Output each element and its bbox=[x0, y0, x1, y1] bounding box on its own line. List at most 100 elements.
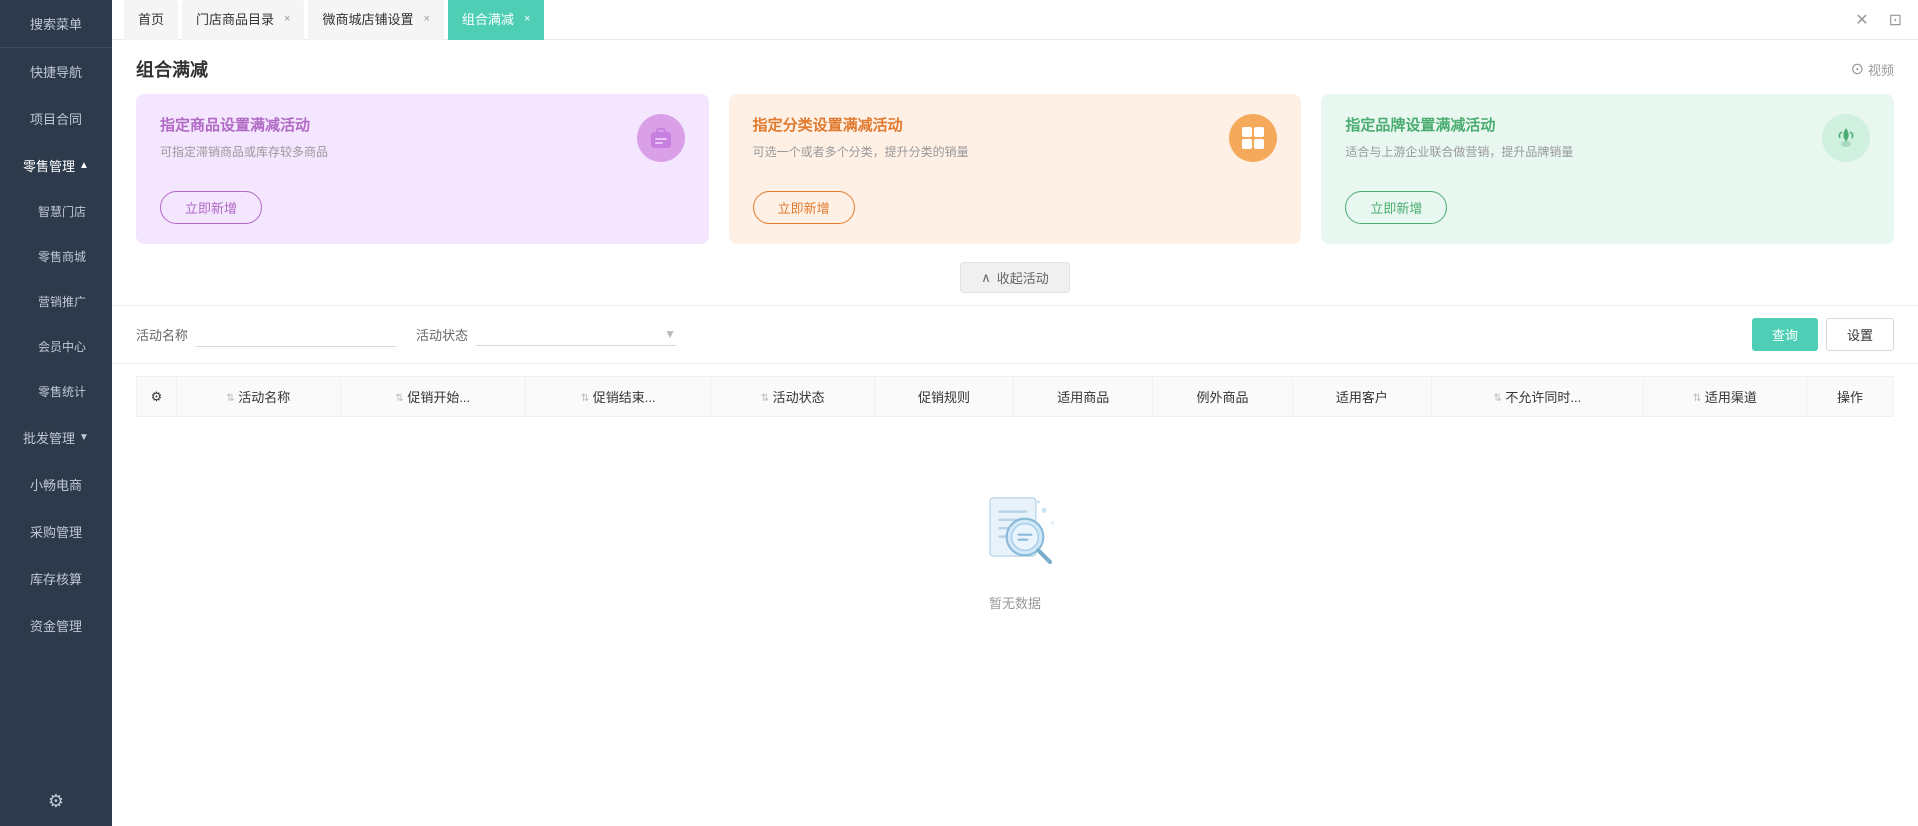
page-header: 组合满减 ⊙ 视频 bbox=[112, 40, 1918, 94]
sidebar-item-smart-store[interactable]: 智慧门店 bbox=[0, 189, 112, 234]
activity-status-label: 活动状态 bbox=[416, 325, 468, 344]
table-body: 暂无数据 bbox=[137, 417, 1894, 653]
sidebar-item-label: 零售商城 bbox=[38, 248, 86, 265]
sidebar-item-label: 资金管理 bbox=[30, 616, 82, 635]
sort-icon[interactable]: ⇅ bbox=[226, 393, 234, 404]
page-title: 组合满减 bbox=[136, 56, 208, 82]
filter-activity-status: 活动状态 ▼ bbox=[416, 323, 676, 346]
empty-illustration bbox=[965, 477, 1065, 577]
gear-icon: ⚙ bbox=[48, 791, 64, 811]
video-link[interactable]: ⊙ 视频 bbox=[1851, 59, 1894, 79]
sidebar-item-label: 库存核算 bbox=[30, 569, 82, 588]
minimize-window-button[interactable]: ⊡ bbox=[1885, 8, 1906, 32]
sidebar-item-quick-nav[interactable]: 快捷导航 bbox=[0, 48, 112, 95]
tab-wechat-store[interactable]: 微商城店铺设置 × bbox=[308, 0, 443, 40]
sidebar-item-retail-stats[interactable]: 零售统计 bbox=[0, 369, 112, 414]
card-category-desc: 可选一个或者多个分类，提升分类的销量 bbox=[753, 143, 1278, 175]
sort-icon[interactable]: ⇅ bbox=[1493, 393, 1501, 404]
th-applicable-goods: 适用商品 bbox=[1014, 377, 1153, 417]
sidebar-item-label: 智慧门店 bbox=[38, 203, 86, 220]
activity-status-select[interactable]: ▼ bbox=[476, 323, 676, 346]
sidebar-item-stock-check[interactable]: 库存核算 bbox=[0, 555, 112, 602]
sidebar-item-project-contract[interactable]: 项目合同 bbox=[0, 95, 112, 142]
filter-activity-name: 活动名称 bbox=[136, 323, 396, 347]
tab-close-wechat-store[interactable]: × bbox=[423, 13, 429, 25]
th-no-concurrent: ⇅ 不允许同时... bbox=[1431, 377, 1643, 417]
sidebar-item-fund-mgmt[interactable]: 资金管理 bbox=[0, 602, 112, 649]
tab-close-store-catalog[interactable]: × bbox=[284, 13, 290, 25]
sort-icon[interactable]: ⇅ bbox=[1693, 393, 1701, 404]
sidebar-item-retail-mall[interactable]: 零售商城 bbox=[0, 234, 112, 279]
card-brand-icon bbox=[1822, 114, 1870, 162]
card-product: 指定商品设置满减活动 可指定滞销商品或库存较多商品 立即新增 bbox=[136, 94, 709, 244]
sort-icon[interactable]: ⇅ bbox=[761, 393, 769, 404]
sidebar-item-xiaochang-ec[interactable]: 小畅电商 bbox=[0, 461, 112, 508]
tab-label: 微商城店铺设置 bbox=[322, 9, 413, 28]
sidebar-item-label: 零售管理 bbox=[23, 156, 75, 175]
page-content: 组合满减 ⊙ 视频 指定商品设置满减活动 可指定滞销商品或库存较多商品 立即新增… bbox=[112, 40, 1918, 826]
th-promo-rule: 促销规则 bbox=[874, 377, 1013, 417]
chevron-down-icon: ▼ bbox=[664, 327, 676, 341]
sidebar-item-purchase-mgmt[interactable]: 采购管理 bbox=[0, 508, 112, 555]
sort-icon[interactable]: ⇅ bbox=[581, 393, 589, 404]
card-category: 指定分类设置满减活动 可选一个或者多个分类，提升分类的销量 立即新增 bbox=[729, 94, 1302, 244]
sidebar-item-marketing[interactable]: 营销推广 bbox=[0, 279, 112, 324]
tab-store-catalog[interactable]: 门店商品目录 × bbox=[182, 0, 304, 40]
th-gear[interactable]: ⚙ bbox=[137, 377, 177, 417]
data-table: ⚙ ⇅ 活动名称 ⇅ 促销开始... ⇅ 促销结束... bbox=[136, 376, 1894, 652]
tab-combo-discount[interactable]: 组合满减 × bbox=[448, 0, 544, 40]
sidebar-item-label: 会员中心 bbox=[38, 338, 86, 355]
sidebar-item-label: 快捷导航 bbox=[30, 62, 82, 81]
card-brand-title: 指定品牌设置满减活动 bbox=[1345, 114, 1870, 135]
th-promo-start: ⇅ 促销开始... bbox=[340, 377, 525, 417]
activity-name-input[interactable] bbox=[196, 323, 396, 347]
setting-button[interactable]: 设置 bbox=[1826, 318, 1894, 351]
card-category-add-button[interactable]: 立即新增 bbox=[753, 191, 855, 224]
sidebar-item-member-center[interactable]: 会员中心 bbox=[0, 324, 112, 369]
collapse-label: 收起活动 bbox=[997, 268, 1049, 287]
th-promo-end: ⇅ 促销结束... bbox=[525, 377, 710, 417]
card-category-title: 指定分类设置满减活动 bbox=[753, 114, 1278, 135]
tab-bar: 首页 门店商品目录 × 微商城店铺设置 × 组合满减 × ✕ ⊡ bbox=[112, 0, 1918, 40]
sidebar-search[interactable]: 搜索菜单 bbox=[0, 0, 112, 48]
chevron-up-icon: ▲ bbox=[79, 160, 89, 171]
empty-state: 暂无数据 bbox=[137, 417, 1894, 652]
tab-close-combo-discount[interactable]: × bbox=[524, 13, 530, 25]
sidebar-item-label: 项目合同 bbox=[30, 109, 82, 128]
empty-row: 暂无数据 bbox=[137, 417, 1894, 653]
th-applicable-customer: 适用客户 bbox=[1292, 377, 1431, 417]
chevron-down-icon: ▼ bbox=[79, 432, 89, 443]
play-circle-icon: ⊙ bbox=[1851, 59, 1864, 79]
sidebar-item-label: 批发管理 bbox=[23, 428, 75, 447]
empty-text: 暂无数据 bbox=[989, 593, 1041, 612]
th-applicable-channel: ⇅ 适用渠道 bbox=[1643, 377, 1807, 417]
table-header-row: ⚙ ⇅ 活动名称 ⇅ 促销开始... ⇅ 促销结束... bbox=[137, 377, 1894, 417]
tab-label: 组合满减 bbox=[462, 9, 514, 28]
tab-label: 门店商品目录 bbox=[196, 9, 274, 28]
chevron-up-icon: ∧ bbox=[981, 270, 991, 286]
sort-icon[interactable]: ⇅ bbox=[395, 393, 403, 404]
cards-section: 指定商品设置满减活动 可指定滞销商品或库存较多商品 立即新增 指定分类设置满减活… bbox=[112, 94, 1918, 256]
sidebar-item-wholesale-mgmt[interactable]: 批发管理 ▼ bbox=[0, 414, 112, 461]
filter-buttons: 查询 设置 bbox=[1752, 318, 1894, 351]
th-operation: 操作 bbox=[1807, 377, 1894, 417]
tab-home[interactable]: 首页 bbox=[124, 0, 178, 40]
query-button[interactable]: 查询 bbox=[1752, 318, 1818, 351]
card-category-icon bbox=[1229, 114, 1277, 162]
card-brand: 指定品牌设置满减活动 适合与上游企业联合做营销，提升品牌销量 立即新增 bbox=[1321, 94, 1894, 244]
card-product-add-button[interactable]: 立即新增 bbox=[160, 191, 262, 224]
table-section: ⚙ ⇅ 活动名称 ⇅ 促销开始... ⇅ 促销结束... bbox=[112, 376, 1918, 652]
main-area: 首页 门店商品目录 × 微商城店铺设置 × 组合满减 × ✕ ⊡ 组合满减 ⊙ … bbox=[112, 0, 1918, 826]
card-product-desc: 可指定滞销商品或库存较多商品 bbox=[160, 143, 685, 175]
collapse-bar: ∧ 收起活动 bbox=[112, 256, 1918, 305]
close-window-button[interactable]: ✕ bbox=[1851, 8, 1872, 32]
sidebar-item-retail-mgmt[interactable]: 零售管理 ▲ bbox=[0, 142, 112, 189]
card-brand-add-button[interactable]: 立即新增 bbox=[1345, 191, 1447, 224]
gear-icon: ⚙ bbox=[151, 389, 163, 404]
th-activity-name: ⇅ 活动名称 bbox=[177, 377, 341, 417]
sidebar-item-label: 采购管理 bbox=[30, 522, 82, 541]
sidebar-item-label: 零售统计 bbox=[38, 383, 86, 400]
card-product-icon bbox=[637, 114, 685, 162]
collapse-activities-button[interactable]: ∧ 收起活动 bbox=[960, 262, 1070, 293]
sidebar-settings[interactable]: ⚙ bbox=[0, 777, 112, 826]
